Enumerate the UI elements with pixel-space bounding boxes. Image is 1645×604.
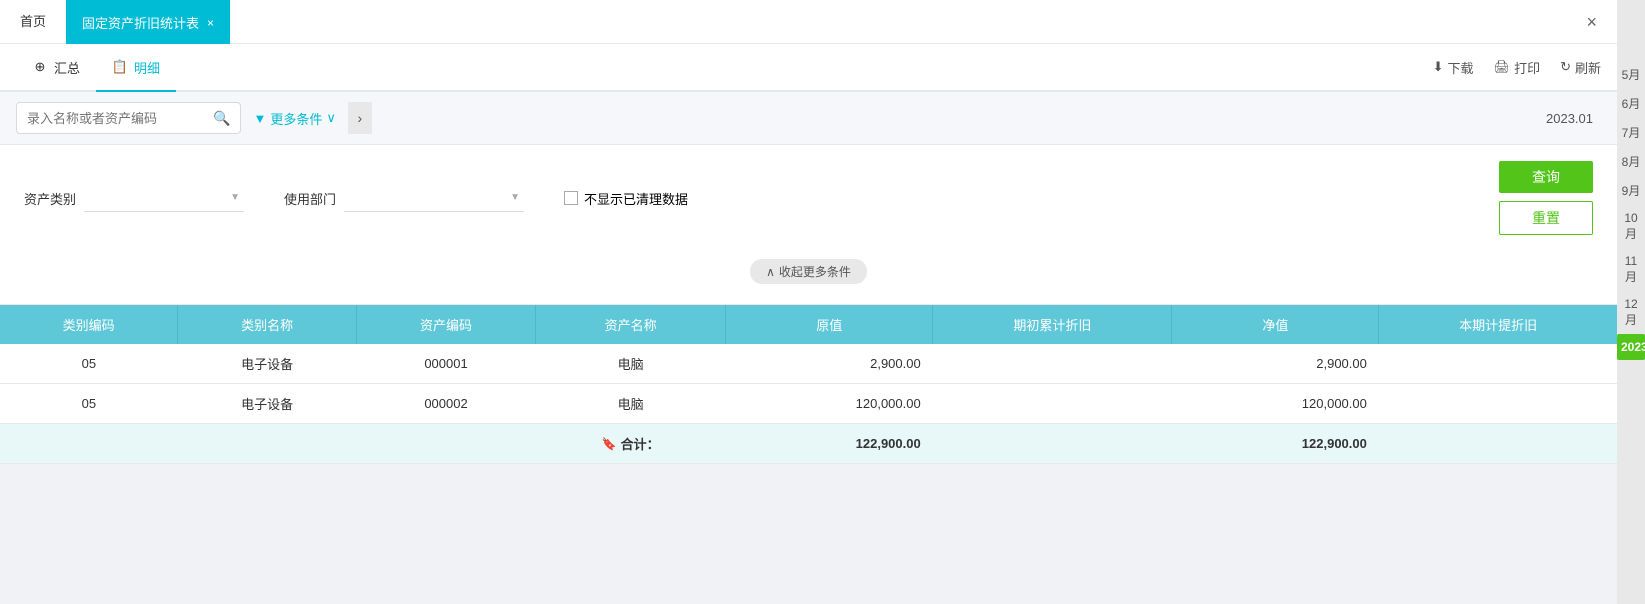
col-header-original-value: 原值 <box>726 305 933 344</box>
table-row: 05 电子设备 000001 电脑 2,900.00 2,900.00 <box>0 344 1617 384</box>
cell-total-original-value: 122,900.00 <box>726 424 933 464</box>
query-button[interactable]: 查询 <box>1499 161 1593 193</box>
table-row: 05 电子设备 000002 电脑 120,000.00 120,000.00 <box>0 384 1617 424</box>
asset-category-filter: 资产类别 ▼ <box>24 184 244 212</box>
filter-panel: 资产类别 ▼ 使用部门 ▼ 不显示已清理数据 查询 重置 <box>0 145 1617 305</box>
right-sidebar: 5月6月7月8月9月10月11月12月2023 <box>1617 0 1645 604</box>
department-select[interactable]: ▼ <box>344 184 524 212</box>
data-table: 类别编码 类别名称 资产编码 资产名称 原值 期初累计折旧 净值 本期计提折旧 … <box>0 305 1617 464</box>
sidebar-month-item[interactable]: 5月 <box>1617 60 1645 89</box>
cell-original-value: 2,900.00 <box>726 344 933 384</box>
asset-category-label: 资产类别 <box>24 189 76 208</box>
cell-net-value: 2,900.00 <box>1172 344 1379 384</box>
cell-asset-name: 电脑 <box>535 344 725 384</box>
reset-button[interactable]: 重置 <box>1499 201 1593 235</box>
tab-detail-label: 明细 <box>134 58 160 77</box>
print-label: 打印 <box>1514 58 1540 77</box>
collapse-row: ∧ 收起更多条件 <box>24 251 1593 288</box>
sidebar-month-item[interactable]: 12月 <box>1617 291 1645 334</box>
refresh-button[interactable]: ↻ 刷新 <box>1560 58 1601 77</box>
department-arrow-icon: ▼ <box>510 192 520 203</box>
hide-cleared-checkbox-item[interactable]: 不显示已清理数据 <box>564 189 688 208</box>
cell-category-code: 05 <box>0 344 178 384</box>
col-header-asset-code: 资产编码 <box>357 305 536 344</box>
department-filter: 使用部门 ▼ <box>284 184 524 212</box>
tab-close-icon[interactable]: × <box>207 16 214 30</box>
cell-asset-code: 000001 <box>357 344 536 384</box>
department-label: 使用部门 <box>284 189 336 208</box>
cell-asset-code: 000002 <box>357 384 536 424</box>
cell-category-name: 电子设备 <box>178 384 357 424</box>
cell-total-label: 🔖合计： <box>535 424 725 464</box>
refresh-icon: ↻ <box>1560 59 1571 75</box>
sidebar-month-item[interactable]: 9月 <box>1617 176 1645 205</box>
search-input[interactable] <box>27 111 207 126</box>
download-button[interactable]: ⬇ 下载 <box>1433 58 1474 77</box>
search-bar: 🔍 ▼ 更多条件 ∨ › 2023.01 <box>0 92 1617 145</box>
data-table-wrapper: 类别编码 类别名称 资产编码 资产名称 原值 期初累计折旧 净值 本期计提折旧 … <box>0 305 1617 464</box>
sidebar-month-item[interactable]: 6月 <box>1617 89 1645 118</box>
sidebar-month-item[interactable]: 8月 <box>1617 147 1645 176</box>
filter-actions: 查询 重置 <box>1499 161 1593 235</box>
collapse-icon: ∧ <box>766 265 775 279</box>
active-tab[interactable]: 固定资产折旧统计表 × <box>66 0 230 44</box>
asset-category-select[interactable]: ▼ <box>84 184 244 212</box>
cell-current-depreciation <box>1379 344 1617 384</box>
summary-icon: ⊕ <box>32 59 48 75</box>
sub-tabs-bar: ⊕ 汇总 📋 明细 ⬇ 下载 🖨 打印 ↻ 刷新 <box>0 44 1617 92</box>
hide-cleared-checkbox[interactable] <box>564 191 578 205</box>
cell-total-icon <box>0 424 535 464</box>
print-icon: 🖨 <box>1494 59 1511 75</box>
toolbar-actions: ⬇ 下载 🖨 打印 ↻ 刷新 <box>1433 58 1601 77</box>
table-total-row: 🔖合计： 122,900.00 122,900.00 <box>0 424 1617 464</box>
cell-category-name: 电子设备 <box>178 344 357 384</box>
cell-accum-depreciation <box>933 384 1172 424</box>
col-header-asset-name: 资产名称 <box>535 305 725 344</box>
cell-accum-depreciation <box>933 344 1172 384</box>
sidebar-month-item[interactable]: 7月 <box>1617 118 1645 147</box>
download-label: 下载 <box>1448 58 1474 77</box>
refresh-label: 刷新 <box>1575 58 1601 77</box>
date-nav-button[interactable]: › <box>348 102 372 134</box>
filter-icon: ▼ <box>253 111 266 126</box>
hide-cleared-label: 不显示已清理数据 <box>584 189 688 208</box>
detail-icon: 📋 <box>112 59 128 75</box>
col-header-net-value: 净值 <box>1172 305 1379 344</box>
cell-original-value: 120,000.00 <box>726 384 933 424</box>
cell-total-accum-depreciation <box>933 424 1172 464</box>
home-nav[interactable]: 首页 <box>0 0 66 44</box>
col-header-current-depreciation: 本期计提折旧 <box>1379 305 1617 344</box>
cell-current-depreciation <box>1379 384 1617 424</box>
col-header-category-name: 类别名称 <box>178 305 357 344</box>
tab-summary-label: 汇总 <box>54 58 80 77</box>
collapse-label: 收起更多条件 <box>779 263 851 280</box>
search-icon[interactable]: 🔍 <box>213 110 230 127</box>
col-header-category-code: 类别编码 <box>0 305 178 344</box>
cell-net-value: 120,000.00 <box>1172 384 1379 424</box>
col-header-accum-depreciation: 期初累计折旧 <box>933 305 1172 344</box>
print-button[interactable]: 🖨 打印 <box>1494 58 1541 77</box>
more-conditions-label: 更多条件 <box>270 109 322 128</box>
download-icon: ⬇ <box>1433 59 1444 75</box>
tab-label: 固定资产折旧统计表 <box>82 13 199 32</box>
search-input-wrapper: 🔍 <box>16 102 241 134</box>
sidebar-month-item[interactable]: 10月 <box>1617 205 1645 248</box>
sidebar-year-badge[interactable]: 2023 <box>1617 334 1645 360</box>
cell-total-current-depreciation <box>1379 424 1617 464</box>
cell-asset-name: 电脑 <box>535 384 725 424</box>
asset-category-arrow-icon: ▼ <box>230 192 240 203</box>
tab-summary[interactable]: ⊕ 汇总 <box>16 44 96 92</box>
more-conditions-button[interactable]: ▼ 更多条件 ∨ <box>253 109 335 128</box>
date-indicator: 2023.01 <box>1538 111 1601 126</box>
filter-row: 资产类别 ▼ 使用部门 ▼ 不显示已清理数据 查询 重置 <box>24 161 1593 235</box>
cell-total-net-value: 122,900.00 <box>1172 424 1379 464</box>
window-close-button[interactable]: × <box>1566 0 1617 44</box>
chevron-down-icon: ∨ <box>326 110 336 126</box>
cell-category-code: 05 <box>0 384 178 424</box>
table-header-row: 类别编码 类别名称 资产编码 资产名称 原值 期初累计折旧 净值 本期计提折旧 <box>0 305 1617 344</box>
collapse-button[interactable]: ∧ 收起更多条件 <box>750 259 867 284</box>
tab-detail[interactable]: 📋 明细 <box>96 44 176 92</box>
sidebar-month-item[interactable]: 11月 <box>1617 248 1645 291</box>
